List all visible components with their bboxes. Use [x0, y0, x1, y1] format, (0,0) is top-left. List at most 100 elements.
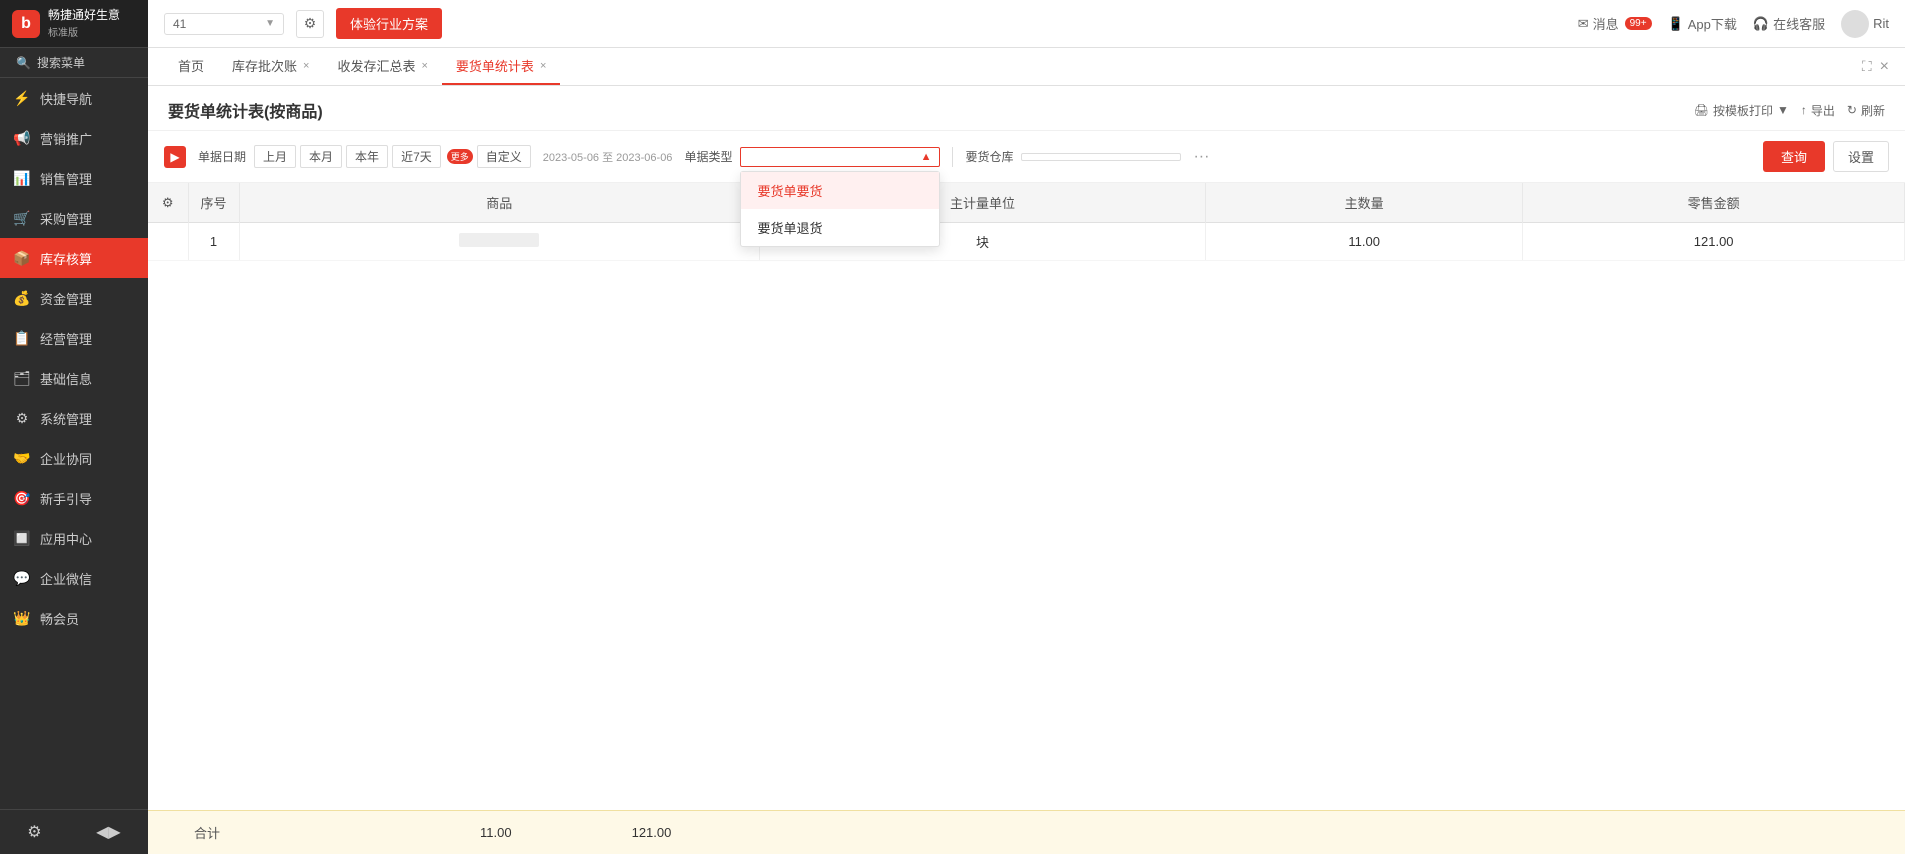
date-buttons: 上月 本月 本年 近7天 更多 自定义 [254, 145, 531, 168]
tab-collect-summary-label: 收发存汇总表 [337, 56, 415, 75]
sidebar-item-operations[interactable]: 📋 经营管理 [0, 318, 148, 358]
refresh-btn[interactable]: ↻ 刷新 [1847, 102, 1885, 119]
sidebar-item-app-center[interactable]: 🔲 应用中心 [0, 518, 148, 558]
dropdown-item-order-return[interactable]: 要货单退货 [741, 209, 939, 246]
settings-icon: ⚙ [162, 195, 174, 210]
date-btn-custom[interactable]: 自定义 [477, 145, 531, 168]
sidebar-item-sales[interactable]: 📊 销售管理 [0, 158, 148, 198]
sidebar-item-marketing[interactable]: 📢 营销推广 [0, 118, 148, 158]
filter-divider [952, 147, 953, 167]
close-page-icon[interactable]: × [1880, 58, 1889, 76]
total-quantity-value: 11.00 [480, 825, 512, 840]
sidebar-item-label: 基础信息 [40, 369, 92, 388]
print-label: 按模板打印 [1713, 102, 1773, 119]
sidebar-item-label: 采购管理 [40, 209, 92, 228]
user-avatar [1841, 10, 1869, 38]
chevron-down-icon: ▼ [265, 18, 275, 29]
sidebar-item-member[interactable]: 👑 畅会员 [0, 598, 148, 638]
th-settings[interactable]: ⚙ [148, 183, 188, 223]
maximize-icon[interactable]: ⛶ [1862, 58, 1872, 75]
print-chevron-icon: ▼ [1777, 103, 1789, 117]
th-amount: 零售金额 [1523, 183, 1905, 223]
message-icon: ✉ [1578, 16, 1589, 32]
print-btn[interactable]: 🖨 按模板打印 ▼ [1694, 102, 1789, 119]
query-btn[interactable]: 查询 [1763, 141, 1825, 172]
sidebar-search[interactable]: 🔍 搜索菜单 [0, 48, 148, 78]
table-row: 1 块 11.00 121.00 [148, 223, 1905, 261]
finance-icon: 💰 [12, 288, 32, 308]
topbar-settings-btn[interactable]: ⚙ [296, 10, 324, 38]
sidebar-collapse-btn[interactable]: ◀▶ [88, 818, 129, 846]
tab-collect-summary-close[interactable]: × [421, 60, 427, 72]
app-download-btn[interactable]: 📱 App下载 [1668, 14, 1737, 33]
tab-home[interactable]: 首页 [164, 48, 218, 85]
sidebar-item-base[interactable]: 🗂 基础信息 [0, 358, 148, 398]
warehouse-filter-label: 要货仓库 [965, 148, 1013, 165]
date-btn-last-month[interactable]: 上月 [254, 145, 296, 168]
date-btn-last7days[interactable]: 近7天 [392, 145, 441, 168]
tab-order-stats-close[interactable]: × [540, 60, 546, 72]
system-icon: ⚙ [12, 408, 32, 428]
sidebar-settings-btn[interactable]: ⚙ [19, 818, 49, 846]
app-name: 畅捷通好生意 [48, 8, 120, 24]
export-btn[interactable]: ↑ 导出 [1801, 102, 1835, 119]
sidebar-item-enterprise[interactable]: 🤝 企业协同 [0, 438, 148, 478]
table-header-row: ⚙ 序号 商品 主计量单位 主数量 零售金额 [148, 183, 1905, 223]
cell-product [239, 223, 759, 261]
sidebar-item-label: 企业协同 [40, 449, 92, 468]
doctype-select[interactable]: ▲ [740, 147, 940, 167]
topbar-left: 41 ▼ ⚙ 体验行业方案 [164, 8, 442, 39]
sidebar-item-label: 新手引导 [40, 489, 92, 508]
date-filter-label: 单据日期 [198, 148, 246, 165]
th-num: 序号 [188, 183, 239, 223]
sidebar-item-purchase[interactable]: 🛒 采购管理 [0, 198, 148, 238]
date-btn-this-year[interactable]: 本年 [346, 145, 388, 168]
member-icon: 👑 [12, 608, 32, 628]
tab-order-stats[interactable]: 要货单统计表 × [442, 48, 560, 85]
sidebar-item-label: 营销推广 [40, 129, 92, 148]
sidebar-item-guide[interactable]: 🎯 新手引导 [0, 478, 148, 518]
sidebar-item-finance[interactable]: 💰 资金管理 [0, 278, 148, 318]
tab-batch-account-close[interactable]: × [303, 60, 309, 72]
total-amount-value: 121.00 [632, 825, 672, 840]
sidebar-item-wechat[interactable]: 💬 企业微信 [0, 558, 148, 598]
trial-btn[interactable]: 体验行业方案 [336, 8, 442, 39]
online-service-btn[interactable]: 🎧 在线客服 [1753, 14, 1825, 33]
sidebar-search-label: 搜索菜单 [37, 54, 85, 71]
tab-batch-account[interactable]: 库存批次账 × [218, 48, 323, 85]
sidebar-item-label: 畅会员 [40, 609, 79, 628]
date-btn-this-month[interactable]: 本月 [300, 145, 342, 168]
sidebar-bottom: ⚙ ◀▶ [0, 809, 148, 854]
sidebar-item-label: 系统管理 [40, 409, 92, 428]
sidebar-item-system[interactable]: ⚙ 系统管理 [0, 398, 148, 438]
sidebar-item-label: 应用中心 [40, 529, 92, 548]
dropdown-item-order-goods[interactable]: 要货单要货 [741, 172, 939, 209]
sidebar-item-quick-nav[interactable]: ⚡ 快捷导航 [0, 78, 148, 118]
sidebar-item-label: 销售管理 [40, 169, 92, 188]
tab-batch-account-label: 库存批次账 [232, 56, 297, 75]
messages-btn[interactable]: ✉ 消息 99+ [1578, 14, 1652, 33]
chevron-up-icon: ▲ [921, 151, 932, 163]
service-icon: 🎧 [1753, 16, 1769, 32]
th-quantity: 主数量 [1206, 183, 1523, 223]
page-title: 要货单统计表(按商品) [168, 98, 323, 122]
user-menu-btn[interactable]: Rit [1841, 10, 1889, 38]
online-service-label: 在线客服 [1773, 14, 1825, 33]
more-filters-btn[interactable]: ··· [1189, 148, 1213, 166]
filter-expand-btn[interactable]: ▶ [164, 146, 186, 168]
tab-collect-summary[interactable]: 收发存汇总表 × [323, 48, 441, 85]
gear-icon: ⚙ [304, 15, 317, 32]
warehouse-select[interactable] [1021, 153, 1181, 161]
user-name: Rit [1873, 16, 1889, 31]
quick-nav-icon: ⚡ [12, 88, 32, 108]
doctype-dropdown-menu: 要货单要货 要货单退货 [740, 171, 940, 247]
doctype-dropdown-wrapper: ▲ 要货单要货 要货单退货 [740, 147, 940, 167]
export-label: 导出 [1811, 102, 1835, 119]
sidebar-item-inventory[interactable]: 📦 库存核算 [0, 238, 148, 278]
filter-settings-btn[interactable]: 设置 [1833, 141, 1889, 172]
purchase-icon: 🛒 [12, 208, 32, 228]
topbar-right: ✉ 消息 99+ 📱 App下载 🎧 在线客服 Rit [1578, 10, 1889, 38]
company-selector[interactable]: 41 ▼ [164, 13, 284, 35]
operations-icon: 📋 [12, 328, 32, 348]
filter-bar: ▶ 单据日期 上月 本月 本年 近7天 更多 自定义 2023-05-06 至 … [148, 131, 1905, 183]
